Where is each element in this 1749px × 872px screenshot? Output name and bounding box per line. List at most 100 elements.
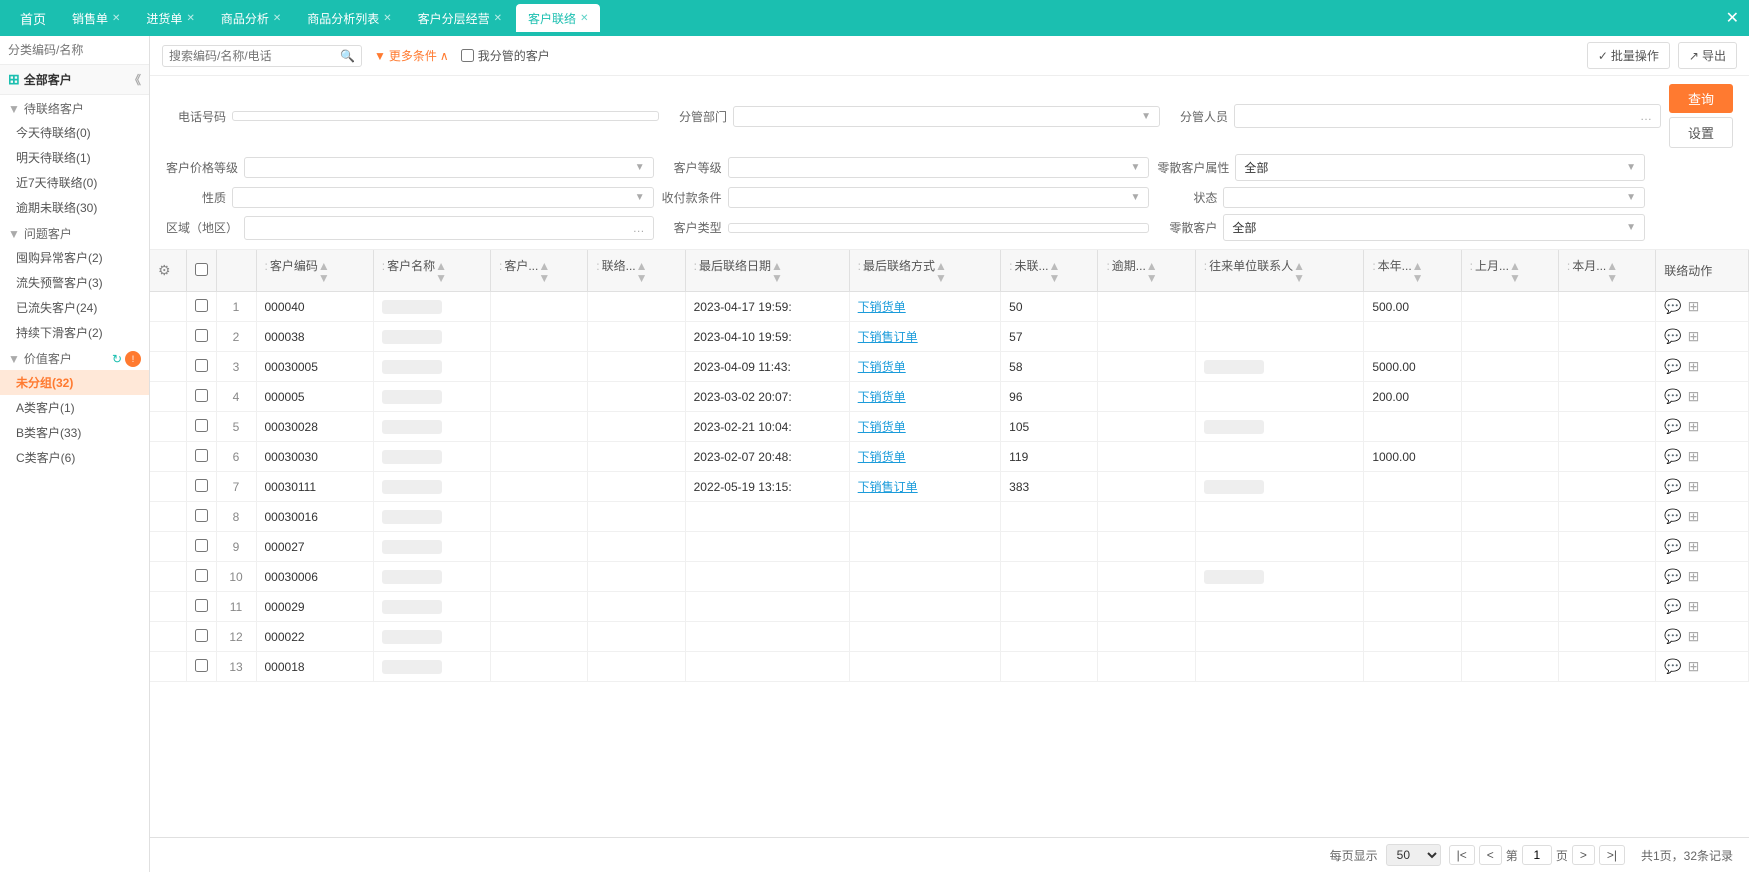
sidebar-item-warning[interactable]: 流失预警客户(3) — [0, 270, 149, 295]
grid-action-icon[interactable]: ⊞ — [1688, 598, 1700, 615]
nav-tab-customer-segment[interactable]: 客户分层经营 ✕ — [406, 4, 514, 32]
chat-icon[interactable]: 💬 — [1664, 598, 1681, 615]
check-cell[interactable] — [186, 472, 216, 502]
check-cell[interactable] — [186, 532, 216, 562]
check-cell[interactable] — [186, 352, 216, 382]
chat-icon[interactable]: 💬 — [1664, 448, 1681, 465]
last-contact-way-th[interactable]: :最后联络方式▲▼ — [849, 250, 1000, 292]
check-cell[interactable] — [186, 442, 216, 472]
customer-level-select[interactable]: ▼ — [728, 157, 1150, 178]
check-cell[interactable] — [186, 502, 216, 532]
sidebar-item-overdue[interactable]: 逾期未联络(30) — [0, 195, 149, 220]
prev-page-button[interactable]: < — [1479, 845, 1502, 865]
manager-select[interactable]: … — [1234, 104, 1661, 128]
check-cell[interactable] — [186, 292, 216, 322]
my-customers-checkbox[interactable]: 我分管的客户 — [461, 47, 550, 64]
grid-action-icon[interactable]: ⊞ — [1688, 328, 1700, 345]
region-select[interactable]: … — [244, 216, 654, 240]
scatter-select[interactable]: 全部▼ — [1223, 214, 1645, 241]
sidebar-item-tomorrow[interactable]: 明天待联络(1) — [0, 145, 149, 170]
sidebar-item-7days[interactable]: 近7天待联络(0) — [0, 170, 149, 195]
grid-action-icon[interactable]: ⊞ — [1688, 478, 1700, 495]
nav-home[interactable]: 首页 — [8, 4, 58, 32]
reset-button[interactable]: 设置 — [1669, 117, 1733, 148]
page-input[interactable] — [1522, 845, 1552, 865]
close-icon[interactable]: ✕ — [112, 13, 120, 24]
more-conditions[interactable]: ▼ 更多条件 ∧ — [374, 47, 449, 64]
nav-tab-sales[interactable]: 销售单 ✕ — [60, 4, 132, 32]
chat-icon[interactable]: 💬 — [1664, 388, 1681, 405]
first-page-button[interactable]: |< — [1449, 845, 1475, 865]
name-th[interactable]: :客户名称▲▼ — [373, 250, 490, 292]
type-th[interactable]: :客户...▲▼ — [491, 250, 588, 292]
price-level-select[interactable]: ▼ — [244, 157, 654, 178]
sidebar-item-declining[interactable]: 持续下滑客户(2) — [0, 320, 149, 345]
per-page-select[interactable]: 50 100 200 — [1386, 844, 1441, 866]
chat-icon[interactable]: 💬 — [1664, 478, 1681, 495]
this-month-th[interactable]: :本月...▲▼ — [1558, 250, 1655, 292]
search-icon[interactable]: 🔍 — [340, 49, 355, 63]
check-all-th[interactable] — [186, 250, 216, 292]
sidebar-item-abnormal[interactable]: 囤购异常客户(2) — [0, 245, 149, 270]
chat-icon[interactable]: 💬 — [1664, 628, 1681, 645]
nav-tab-goods-analysis[interactable]: 商品分析 ✕ — [209, 4, 293, 32]
contact-th[interactable]: :联络...▲▼ — [588, 250, 685, 292]
grid-action-icon[interactable]: ⊞ — [1688, 448, 1700, 465]
last-month-th[interactable]: :上月...▲▼ — [1461, 250, 1558, 292]
sidebar-item-b-class[interactable]: B类客户(33) — [0, 420, 149, 445]
chat-icon[interactable]: 💬 — [1664, 658, 1681, 675]
check-all[interactable] — [195, 263, 208, 276]
grid-action-icon[interactable]: ⊞ — [1688, 628, 1700, 645]
close-icon[interactable]: ✕ — [580, 13, 588, 24]
scatter-attr-select[interactable]: 全部▼ — [1235, 154, 1645, 181]
grid-action-icon[interactable]: ⊞ — [1688, 298, 1700, 315]
check-cell[interactable] — [186, 622, 216, 652]
dept-select[interactable]: ▼ — [733, 106, 1160, 127]
grid-action-icon[interactable]: ⊞ — [1688, 568, 1700, 585]
no-contact-th[interactable]: :未联...▲▼ — [1001, 250, 1098, 292]
company-contact-th[interactable]: :往来单位联系人▲▼ — [1195, 250, 1364, 292]
chat-icon[interactable]: 💬 — [1664, 418, 1681, 435]
check-cell[interactable] — [186, 382, 216, 412]
chat-icon[interactable]: 💬 — [1664, 358, 1681, 375]
customer-type-input[interactable] — [728, 223, 1150, 233]
close-icon[interactable]: ✕ — [273, 13, 281, 24]
grid-action-icon[interactable]: ⊞ — [1688, 388, 1700, 405]
overdue-th[interactable]: :逾期...▲▼ — [1098, 250, 1195, 292]
check-cell[interactable] — [186, 562, 216, 592]
check-cell[interactable] — [186, 322, 216, 352]
export-button[interactable]: ↗ 导出 — [1678, 42, 1737, 69]
window-close-icon[interactable]: ✕ — [1726, 8, 1739, 28]
status-select[interactable]: ▼ — [1223, 187, 1645, 208]
chat-icon[interactable]: 💬 — [1664, 298, 1681, 315]
sidebar-search-input[interactable] — [8, 43, 150, 57]
grid-action-icon[interactable]: ⊞ — [1688, 508, 1700, 525]
grid-action-icon[interactable]: ⊞ — [1688, 538, 1700, 555]
sidebar-item-today[interactable]: 今天待联络(0) — [0, 120, 149, 145]
next-page-button[interactable]: > — [1572, 845, 1595, 865]
code-th[interactable]: :客户编码▲▼ — [256, 250, 373, 292]
all-customers-header[interactable]: ⊞ 全部客户 《 — [0, 65, 149, 95]
sidebar-item-lost[interactable]: 已流失客户(24) — [0, 295, 149, 320]
last-contact-date-th[interactable]: :最后联络日期▲▼ — [685, 250, 849, 292]
chat-icon[interactable]: 💬 — [1664, 328, 1681, 345]
chat-icon[interactable]: 💬 — [1664, 538, 1681, 555]
close-icon[interactable]: ✕ — [186, 13, 194, 24]
phone-input[interactable] — [232, 111, 659, 121]
nav-tab-customer-contact[interactable]: 客户联络 ✕ — [516, 4, 600, 32]
refresh-icon[interactable]: ↻ — [112, 352, 122, 366]
chat-icon[interactable]: 💬 — [1664, 568, 1681, 585]
last-page-button[interactable]: >| — [1599, 845, 1625, 865]
query-button[interactable]: 查询 — [1669, 84, 1733, 113]
close-icon[interactable]: ✕ — [494, 13, 502, 24]
collapse-icon[interactable]: 《 — [129, 71, 141, 88]
check-cell[interactable] — [186, 592, 216, 622]
my-customers-check[interactable] — [461, 49, 474, 62]
check-cell[interactable] — [186, 652, 216, 682]
this-year-th[interactable]: :本年...▲▼ — [1364, 250, 1461, 292]
nature-select[interactable]: ▼ — [232, 187, 654, 208]
sidebar-item-a-class[interactable]: A类客户(1) — [0, 395, 149, 420]
sidebar-item-c-class[interactable]: C类客户(6) — [0, 445, 149, 470]
grid-action-icon[interactable]: ⊞ — [1688, 358, 1700, 375]
grid-action-icon[interactable]: ⊞ — [1688, 658, 1700, 675]
